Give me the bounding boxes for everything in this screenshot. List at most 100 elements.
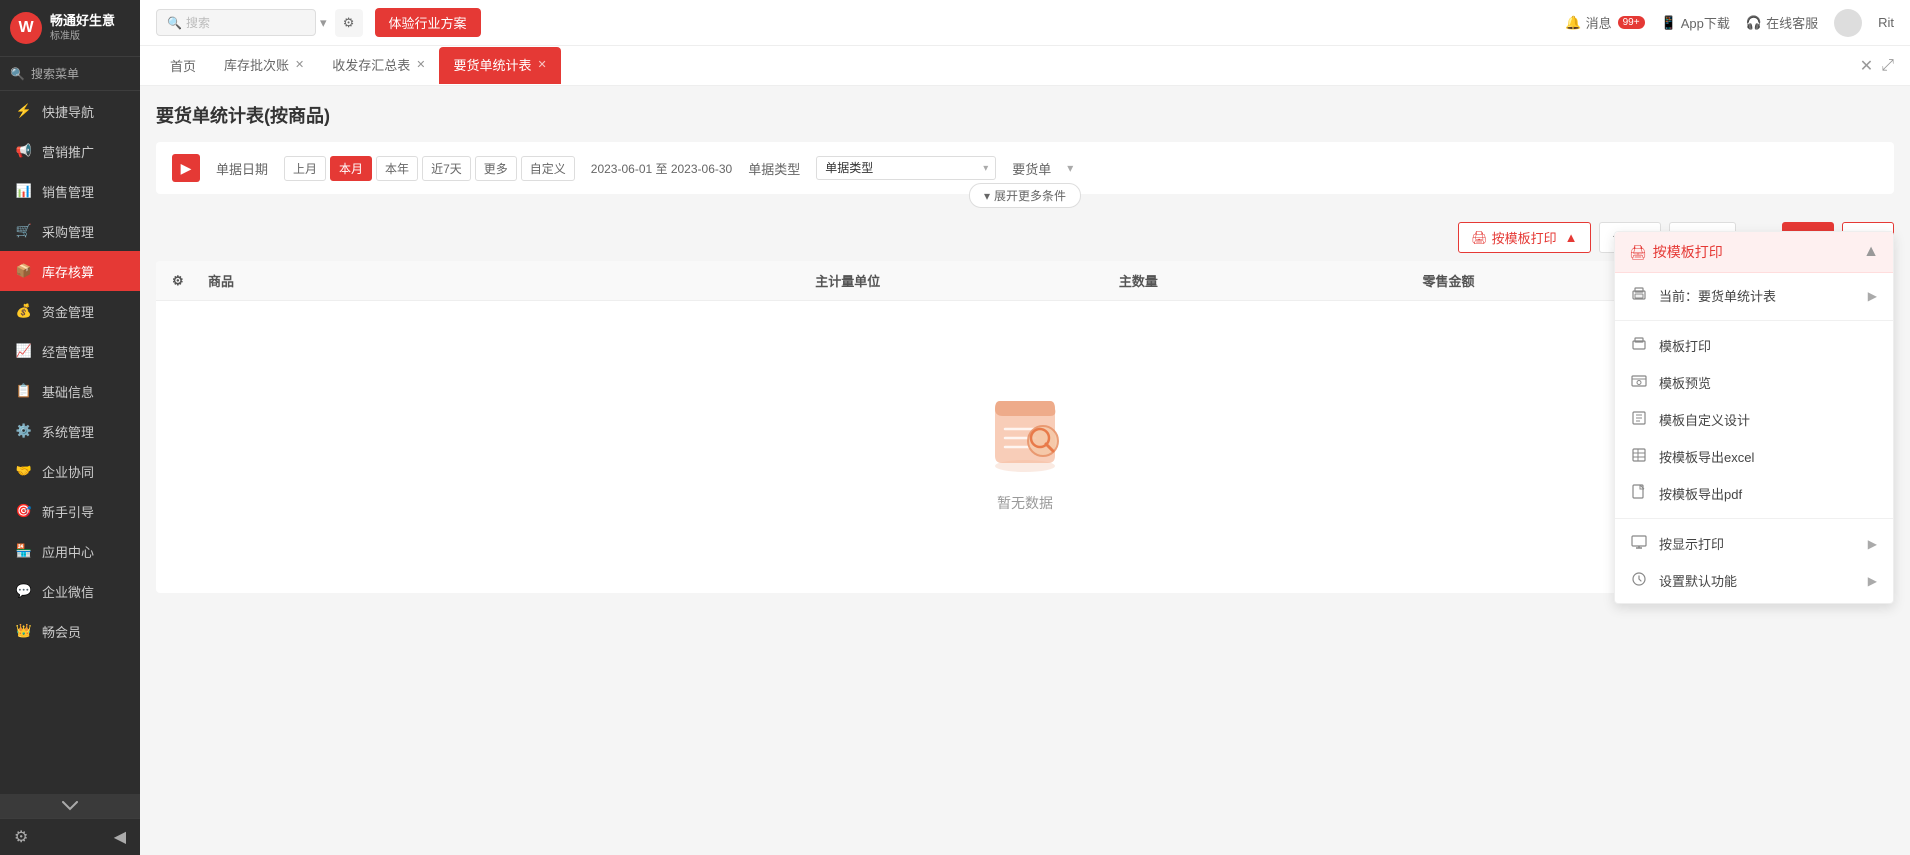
user-avatar[interactable] <box>1834 9 1862 37</box>
th-unit: 主计量单位 <box>815 271 1119 290</box>
sidebar-item-operations[interactable]: 📈 经营管理 <box>0 331 140 371</box>
page-title: 要货单统计表(按商品) <box>156 102 1894 128</box>
guide-icon: 🎯 <box>14 501 34 521</box>
sidebar-item-guide[interactable]: 🎯 新手引导 <box>0 491 140 531</box>
topbar-settings-btn[interactable]: ⚙ <box>335 9 363 37</box>
tab-receivables[interactable]: 收发存汇总表 ✕ <box>318 47 439 84</box>
sidebar-nav: ⚡ 快捷导航 📢 营销推广 📊 销售管理 🛒 采购管理 📦 库存核算 💰 资金管… <box>0 91 140 794</box>
topbar: 🔍 搜索 ▾ ⚙ 体验行业方案 🔔 消息 99+ 📱 App下载 🎧 在线客服 <box>140 0 1910 46</box>
date-more[interactable]: 更多 <box>475 156 517 181</box>
current-print-icon <box>1631 286 1649 305</box>
sidebar-settings-btn[interactable]: ⚙ <box>14 827 28 847</box>
column-settings-icon[interactable]: ⚙ <box>172 273 184 288</box>
date-7days[interactable]: 近7天 <box>422 156 471 181</box>
messages-btn[interactable]: 🔔 消息 99+ <box>1565 13 1644 32</box>
print-dropdown-section-display: 按显示打印 ▶ 设置默认功能 ▶ <box>1615 521 1893 603</box>
download-icon: 📱 <box>1661 15 1677 31</box>
customer-service-label: 在线客服 <box>1766 13 1818 32</box>
customer-service-btn[interactable]: 🎧 在线客服 <box>1746 13 1818 32</box>
sidebar-item-inventory[interactable]: 📦 库存核算 <box>0 251 140 291</box>
sidebar-collapse-btn[interactable]: ◀ <box>114 827 126 847</box>
dropdown-export-pdf[interactable]: 按模板导出pdf <box>1615 475 1893 512</box>
sidebar-item-basic[interactable]: 📋 基础信息 <box>0 371 140 411</box>
type-select[interactable]: 单据类型 要货单 <box>816 156 996 180</box>
export-excel-icon <box>1631 447 1649 466</box>
print-current-item[interactable]: 当前：要货单统计表 ▶ <box>1615 277 1893 314</box>
dropdown-divider-1 <box>1615 320 1893 321</box>
dropdown-template-print[interactable]: 模板打印 <box>1615 327 1893 364</box>
app-logo-icon: W <box>10 12 42 44</box>
tab-close-receivables[interactable]: ✕ <box>416 58 425 71</box>
tab-order-stats[interactable]: 要货单统计表 ✕ <box>439 47 560 84</box>
sidebar-item-collab[interactable]: 🤝 企业协同 <box>0 451 140 491</box>
purchase-icon: 🛒 <box>14 221 34 241</box>
sidebar-item-member[interactable]: 👑 畅会员 <box>0 611 140 651</box>
display-sub-arrow: ▶ <box>1868 537 1877 551</box>
content-area: 要货单统计表(按商品) ▶ 单据日期 上月 本月 本年 近7天 更多 自定义 2… <box>140 86 1910 855</box>
date-current-year[interactable]: 本年 <box>376 156 418 181</box>
export-pdf-label: 按模板导出pdf <box>1659 484 1742 503</box>
username-label: Rit <box>1878 15 1894 30</box>
set-default-icon <box>1631 571 1649 590</box>
date-custom[interactable]: 自定义 <box>521 156 575 181</box>
sidebar-item-wechat[interactable]: 💬 企业微信 <box>0 571 140 611</box>
tabs-bar: 首页 库存批次账 ✕ 收发存汇总表 ✕ 要货单统计表 ✕ ✕ ⤢ <box>140 46 1910 86</box>
sidebar-search[interactable]: 🔍 搜索菜单 <box>0 57 140 91</box>
goods-dropdown-arrow[interactable]: ▾ <box>1067 161 1073 175</box>
tab-close-all[interactable]: ✕ <box>1860 56 1873 76</box>
topbar-search[interactable]: 🔍 搜索 <box>156 9 316 36</box>
sidebar-item-sales[interactable]: 📊 销售管理 <box>0 171 140 211</box>
template-print-icon <box>1631 336 1649 355</box>
template-preview-label: 模板预览 <box>1659 373 1711 392</box>
template-preview-icon <box>1631 373 1649 392</box>
date-range-display: 2023-06-01 至 2023-06-30 <box>591 160 732 177</box>
tab-order-stats-label: 要货单统计表 <box>453 55 531 74</box>
tab-close-order-stats[interactable]: ✕ <box>538 58 547 71</box>
print-template-btn[interactable]: 🖨 按模板打印 ▲ <box>1458 222 1590 253</box>
sidebar-item-label-purchase: 采购管理 <box>42 222 94 241</box>
template-print-label: 模板打印 <box>1659 336 1711 355</box>
sidebar-item-label-sales: 销售管理 <box>42 182 94 201</box>
quicknav-icon: ⚡ <box>14 101 34 121</box>
set-default-label: 设置默认功能 <box>1659 571 1737 590</box>
sidebar-item-finance[interactable]: 💰 资金管理 <box>0 291 140 331</box>
collab-icon: 🤝 <box>14 461 34 481</box>
sidebar-item-quicknav[interactable]: ⚡ 快捷导航 <box>0 91 140 131</box>
trial-btn[interactable]: 体验行业方案 <box>375 8 481 37</box>
sidebar-item-label-member: 畅会员 <box>42 622 81 641</box>
sidebar-item-label-basic: 基础信息 <box>42 382 94 401</box>
inventory-icon: 📦 <box>14 261 34 281</box>
goods-label: 要货单 <box>1012 159 1051 178</box>
date-prev-month[interactable]: 上月 <box>284 156 326 181</box>
dropdown-export-excel[interactable]: 按模板导出excel <box>1615 438 1893 475</box>
display-print-item[interactable]: 按显示打印 ▶ <box>1615 525 1893 562</box>
tab-expand[interactable]: ⤢ <box>1881 57 1894 75</box>
sidebar-footer: ⚙ ◀ <box>0 818 140 855</box>
dropdown-template-design[interactable]: 模板自定义设计 <box>1615 401 1893 438</box>
set-default-item[interactable]: 设置默认功能 ▶ <box>1615 562 1893 599</box>
print-dropdown-section-current: 当前：要货单统计表 ▶ <box>1615 273 1893 318</box>
app-download-btn[interactable]: 📱 App下载 <box>1661 13 1730 32</box>
finance-icon: 💰 <box>14 301 34 321</box>
sidebar-scroll-down[interactable] <box>0 794 140 818</box>
sidebar-item-system[interactable]: ⚙️ 系统管理 <box>0 411 140 451</box>
print-dropdown-close[interactable]: ▲ <box>1863 243 1879 261</box>
expand-more-btn[interactable]: ▾ 展开更多条件 <box>969 183 1081 208</box>
dropdown-template-preview[interactable]: 模板预览 <box>1615 364 1893 401</box>
sidebar: W 畅通好生意 标准版 🔍 搜索菜单 ⚡ 快捷导航 📢 营销推广 📊 销售管理 … <box>0 0 140 855</box>
filter-row: ▶ 单据日期 上月 本月 本年 近7天 更多 自定义 2023-06-01 至 … <box>172 154 1878 182</box>
system-icon: ⚙️ <box>14 421 34 441</box>
search-icon: 🔍 <box>10 67 25 81</box>
sidebar-item-appstore[interactable]: 🏪 应用中心 <box>0 531 140 571</box>
tab-home[interactable]: 首页 <box>156 48 210 83</box>
filter-expand-arrow[interactable]: ▶ <box>172 154 200 182</box>
sidebar-item-label-finance: 资金管理 <box>42 302 94 321</box>
tab-close-inventory-batch[interactable]: ✕ <box>295 58 304 71</box>
topbar-dropdown-arrow[interactable]: ▾ <box>320 15 327 31</box>
sidebar-item-label-inventory: 库存核算 <box>42 262 94 281</box>
th-settings[interactable]: ⚙ <box>172 273 208 289</box>
tab-inventory-batch[interactable]: 库存批次账 ✕ <box>210 47 318 84</box>
sidebar-item-purchase[interactable]: 🛒 采购管理 <box>0 211 140 251</box>
date-current-month[interactable]: 本月 <box>330 156 372 181</box>
sidebar-item-marketing[interactable]: 📢 营销推广 <box>0 131 140 171</box>
